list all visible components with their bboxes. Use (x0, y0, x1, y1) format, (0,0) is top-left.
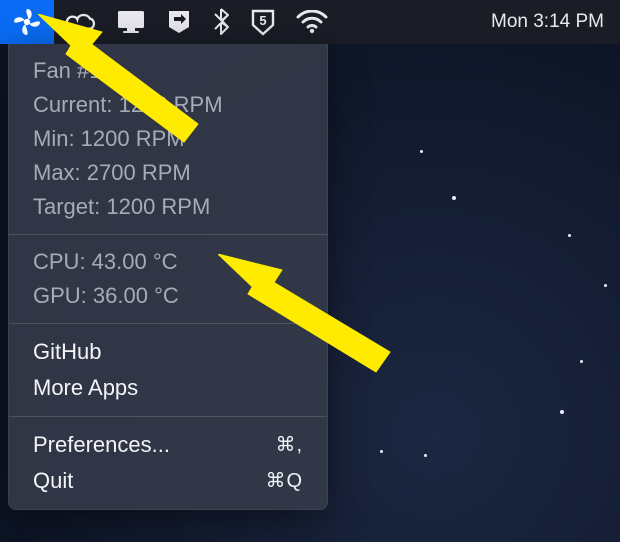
temps-section: CPU: 43.00 °C GPU: 36.00 °C (9, 235, 327, 324)
fan-control-dropdown: Fan #1 Current: 1202 RPM Min: 1200 RPM M… (8, 44, 328, 510)
svg-text:5: 5 (259, 13, 266, 28)
github-link[interactable]: GitHub (33, 334, 303, 370)
actions-section: Preferences... ⌘, Quit ⌘Q (9, 417, 327, 509)
creative-cloud-menubar-item[interactable] (54, 0, 106, 44)
fan-target: Target: 1200 RPM (33, 190, 303, 224)
menubar: 5 Mon 3:14 PM (0, 0, 620, 44)
preferences-item[interactable]: Preferences... ⌘, (33, 427, 303, 463)
bluetooth-icon (212, 7, 230, 37)
fan-min: Min: 1200 RPM (33, 122, 303, 156)
fan-control-menubar-item[interactable] (0, 0, 54, 44)
quit-item[interactable]: Quit ⌘Q (33, 463, 303, 499)
menubar-left: 5 (0, 0, 338, 44)
wifi-icon (296, 10, 328, 34)
fan-current: Current: 1202 RPM (33, 88, 303, 122)
quit-shortcut: ⌘Q (265, 463, 303, 499)
fan-icon (11, 6, 43, 38)
display-menubar-item[interactable] (106, 0, 156, 44)
wifi-menubar-item[interactable] (286, 0, 338, 44)
bluetooth-menubar-item[interactable] (202, 0, 240, 44)
more-apps-link[interactable]: More Apps (33, 370, 303, 406)
app-menubar-item-1[interactable] (156, 0, 202, 44)
preferences-label: Preferences... (33, 427, 170, 463)
links-section: GitHub More Apps (9, 324, 327, 417)
creative-cloud-icon (64, 10, 96, 34)
fan-section: Fan #1 Current: 1202 RPM Min: 1200 RPM M… (9, 44, 327, 235)
menubar-right: Mon 3:14 PM (491, 11, 612, 33)
display-icon (116, 9, 146, 35)
cpu-temp: CPU: 43.00 °C (33, 245, 303, 279)
shield-s-icon: 5 (250, 8, 276, 36)
arrow-badge-icon (166, 9, 192, 35)
fan-title: Fan #1 (33, 54, 303, 88)
app-menubar-item-2[interactable]: 5 (240, 0, 286, 44)
menubar-clock[interactable]: Mon 3:14 PM (491, 11, 612, 33)
preferences-shortcut: ⌘, (275, 427, 303, 463)
fan-max: Max: 2700 RPM (33, 156, 303, 190)
quit-label: Quit (33, 463, 73, 499)
gpu-temp: GPU: 36.00 °C (33, 279, 303, 313)
